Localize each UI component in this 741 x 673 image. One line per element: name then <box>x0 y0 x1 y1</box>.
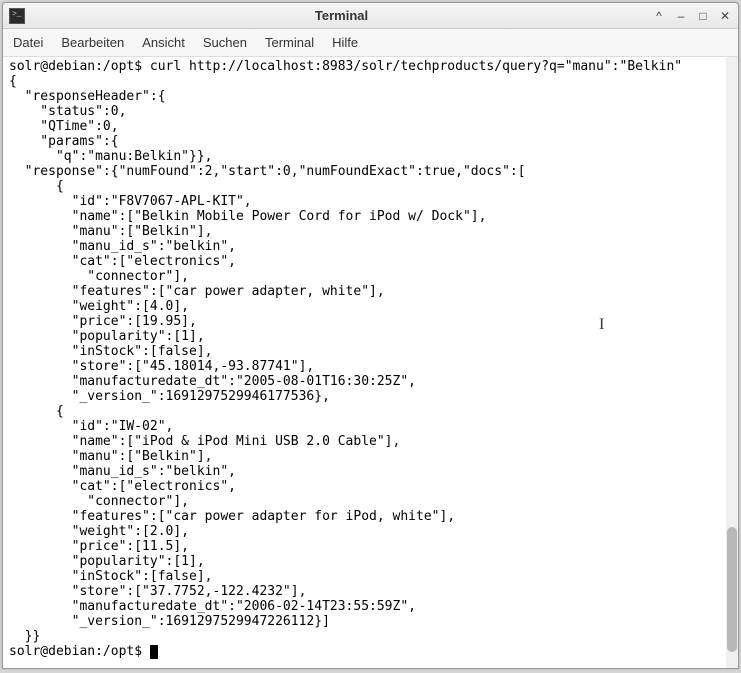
menu-edit[interactable]: Bearbeiten <box>61 35 124 50</box>
cursor-icon <box>150 645 158 659</box>
menu-search[interactable]: Suchen <box>203 35 247 50</box>
scrollbar-thumb[interactable] <box>727 527 737 652</box>
close-button[interactable]: ✕ <box>718 9 732 23</box>
scrollbar-track[interactable] <box>726 57 738 668</box>
menu-file[interactable]: Datei <box>13 35 43 50</box>
menubar: Datei Bearbeiten Ansicht Suchen Terminal… <box>3 29 738 57</box>
prompt: solr@debian:/opt$ <box>9 59 150 74</box>
maximize-button[interactable]: □ <box>696 9 710 23</box>
command-text: curl http://localhost:8983/solr/techprod… <box>150 59 682 74</box>
prompt: solr@debian:/opt$ <box>9 644 150 659</box>
titlebar[interactable]: Terminal ^ – □ ✕ <box>3 3 738 29</box>
terminal-output: { "responseHeader":{ "status":0, "QTime"… <box>9 74 526 644</box>
rollup-button[interactable]: ^ <box>652 9 666 23</box>
text-cursor-icon: I <box>599 317 604 332</box>
terminal-body[interactable]: solr@debian:/opt$ curl http://localhost:… <box>3 57 738 668</box>
terminal-window: Terminal ^ – □ ✕ Datei Bearbeiten Ansich… <box>2 2 739 669</box>
menu-terminal[interactable]: Terminal <box>265 35 314 50</box>
window-title: Terminal <box>31 8 652 23</box>
minimize-button[interactable]: – <box>674 9 688 23</box>
menu-help[interactable]: Hilfe <box>332 35 358 50</box>
window-controls: ^ – □ ✕ <box>652 9 732 23</box>
terminal-icon <box>9 8 25 24</box>
menu-view[interactable]: Ansicht <box>142 35 185 50</box>
